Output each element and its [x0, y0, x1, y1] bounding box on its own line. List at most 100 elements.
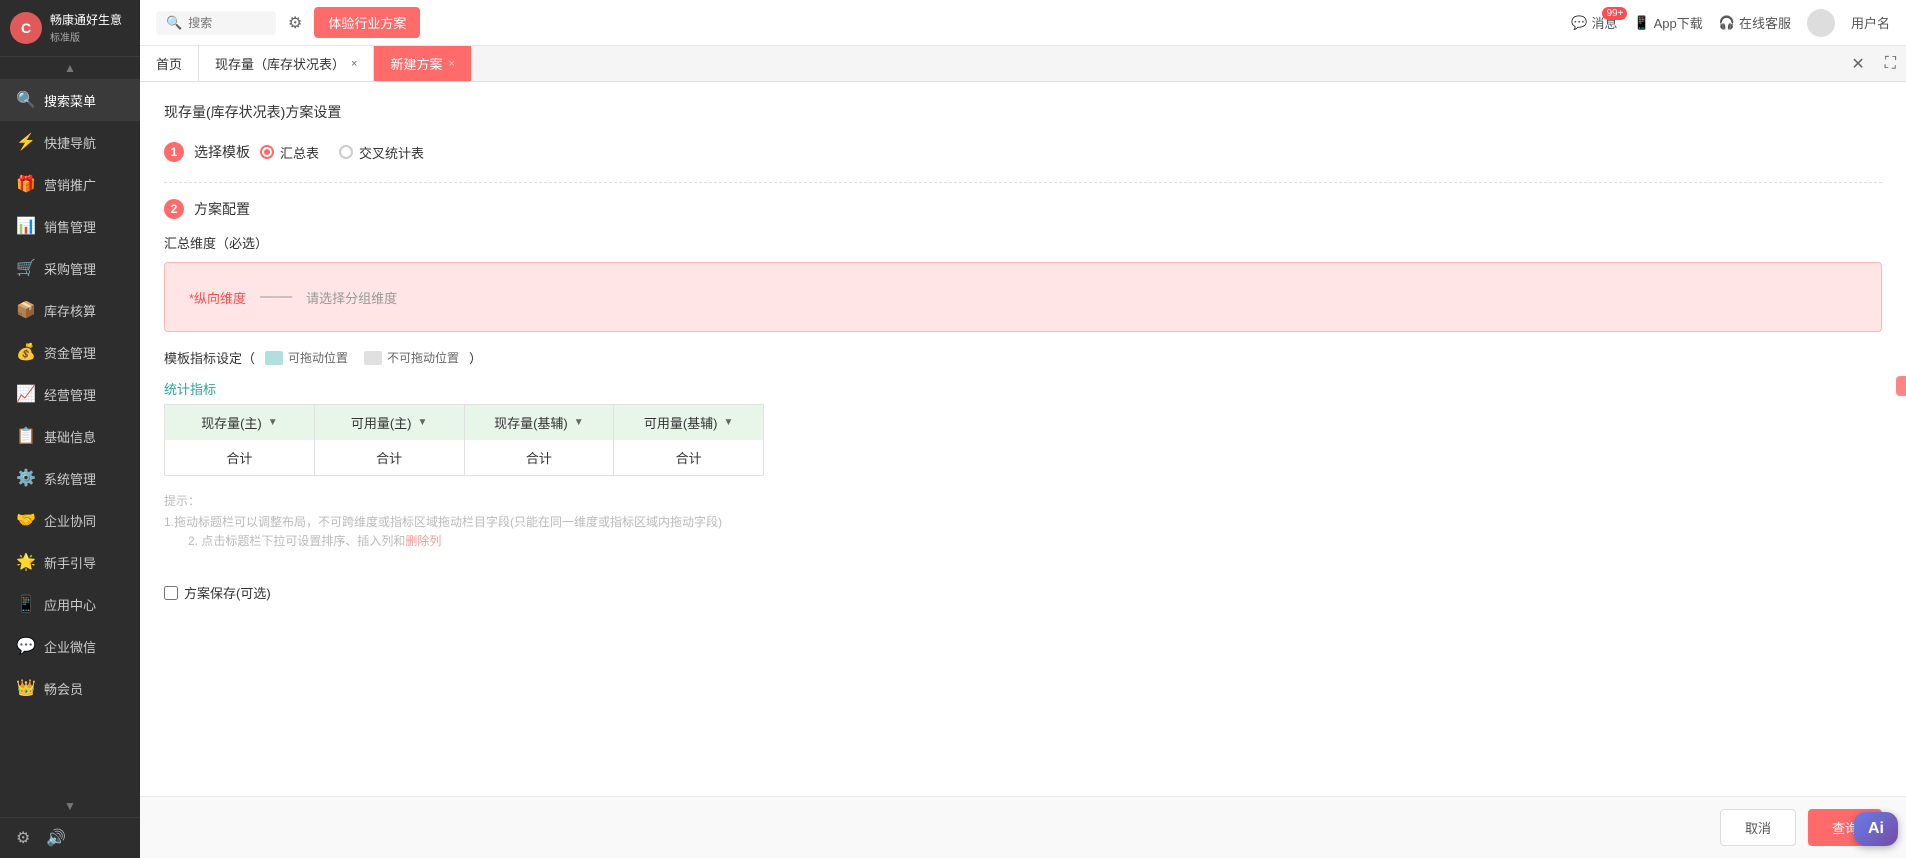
section2-header: 2 方案配置 — [164, 199, 1882, 219]
stats-col-1-label: 可用量(主) — [351, 413, 412, 432]
stats-col-3-chevron[interactable]: ▼ — [724, 417, 734, 428]
tab-inventory[interactable]: 现存量（库存状况表） × — [199, 46, 374, 81]
indicator-label-text: 模板指标设定（ — [164, 348, 255, 367]
sidebar: C 畅康通好生意 标准版 ▲ 🔍 搜索菜单 ⚡ 快捷导航 🎁 营销推广 📊 销售… — [0, 0, 140, 858]
sales-icon: 📊 — [16, 216, 34, 236]
sidebar-item-label: 营销推广 — [44, 175, 96, 194]
topbar-search-box[interactable]: 🔍 — [156, 11, 276, 35]
sidebar-scroll-up[interactable]: ▲ — [0, 57, 140, 79]
sidebar-item-finance[interactable]: 💰 资金管理 — [0, 331, 140, 373]
settings-gear-icon[interactable]: ⚙ — [288, 13, 302, 33]
sidebar-item-basic[interactable]: 📋 基础信息 — [0, 415, 140, 457]
save-checkbox[interactable] — [164, 586, 178, 600]
service-label: 在线客服 — [1739, 13, 1791, 32]
messages-button[interactable]: 💬 消息 99+ — [1571, 13, 1617, 32]
radio-summary[interactable]: 汇总表 — [260, 143, 319, 162]
sidebar-item-label: 经营管理 — [44, 385, 96, 404]
tips-text-0: 1.拖动标题栏可以调整布局，不可跨维度或指标区域拖动栏目字段(只能在同一维度或指… — [164, 515, 722, 529]
section-choose-template: 1 选择模板 汇总表 交叉统计表 — [164, 142, 1882, 162]
ai-badge[interactable]: Ai — [1854, 812, 1898, 846]
page-container: 现存量(库存状况表)方案设置 1 选择模板 汇总表 — [140, 82, 1906, 796]
sidebar-item-marketing[interactable]: 🎁 营销推广 — [0, 163, 140, 205]
stats-cell-0: 合计 — [165, 440, 315, 475]
logo-icon: C — [10, 12, 42, 44]
sidebar-item-search[interactable]: 🔍 搜索菜单 — [0, 79, 140, 121]
stats-col-0-chevron[interactable]: ▼ — [268, 417, 278, 428]
headset-icon: 🎧 — [1719, 15, 1735, 31]
topbar-right: 💬 消息 99+ 📱 App下载 🎧 在线客服 用户名 — [1571, 9, 1890, 37]
stats-col-1-chevron[interactable]: ▼ — [418, 417, 428, 428]
indicator-legend: 可拖动位置 不可拖动位置 — [265, 349, 459, 366]
legend-draggable-label: 可拖动位置 — [288, 349, 348, 366]
sidebar-item-quicknav[interactable]: ⚡ 快捷导航 — [0, 121, 140, 163]
main-area: 🔍 ⚙ 体验行业方案 💬 消息 99+ 📱 App下载 🎧 在线客服 用户名 — [140, 0, 1906, 858]
tips-item-1: 2. 点击标题栏下拉可设置排序、插入列和删除列 — [164, 532, 1882, 549]
sidebar-item-operations[interactable]: 📈 经营管理 — [0, 373, 140, 415]
messages-badge: 99+ — [1602, 7, 1627, 20]
sidebar-item-label: 新手引导 — [44, 553, 96, 572]
app-download-button[interactable]: 📱 App下载 — [1633, 13, 1702, 32]
sidebar-logo: C 畅康通好生意 标准版 — [0, 0, 140, 57]
radio-crosstab[interactable]: 交叉统计表 — [339, 143, 424, 162]
inventory-tab-close[interactable]: × — [351, 58, 357, 70]
stats-col-3: 可用量(基辅) ▼ — [614, 405, 763, 440]
indicator-section: 模板指标设定（ 可拖动位置 不可拖动位置 — [164, 348, 1882, 367]
tips-highlight: 删除列 — [405, 534, 441, 548]
tips-text-1: 2. 点击标题栏下拉可设置排序、插入列和删除列 — [164, 534, 441, 548]
system-icon: ⚙️ — [16, 468, 34, 488]
sidebar-scroll-down[interactable]: ▼ — [0, 795, 140, 817]
trial-button[interactable]: 体验行业方案 — [314, 7, 420, 38]
dimension-required-text: *纵向维度 — [189, 288, 246, 307]
sidebar-item-sales[interactable]: 📊 销售管理 — [0, 205, 140, 247]
speaker-icon[interactable]: 🔊 — [46, 828, 66, 848]
sidebar-footer: ⚙ 🔊 — [0, 817, 140, 858]
tips-title: 提示： — [164, 492, 1882, 509]
stats-cell-3: 合计 — [614, 440, 763, 475]
legend-draggable-box — [265, 351, 283, 365]
sidebar-item-wechat[interactable]: 💬 企业微信 — [0, 625, 140, 667]
app-badge: 标准版 — [50, 29, 122, 44]
step2-badge: 2 — [164, 199, 184, 219]
stats-table: 现存量(主) ▼ 可用量(主) ▼ 现存量(基辅) ▼ — [164, 404, 764, 476]
section1-title: 选择模板 — [194, 142, 250, 162]
legend-non-draggable-item: 不可拖动位置 — [364, 349, 459, 366]
stats-col-1: 可用量(主) ▼ — [315, 405, 465, 440]
close-panel-icon[interactable]: ✕ — [1841, 54, 1874, 74]
tips-item-0: 1.拖动标题栏可以调整布局，不可跨维度或指标区域拖动栏目字段(只能在同一维度或指… — [164, 513, 1882, 530]
phone-icon: 📱 — [1633, 15, 1649, 31]
section2-title: 方案配置 — [194, 199, 250, 219]
dimension-box[interactable]: *纵向维度 —— 请选择分组维度 — [164, 262, 1882, 332]
contract-icon: 🤝 — [16, 510, 34, 530]
legend-non-draggable-label: 不可拖动位置 — [387, 349, 459, 366]
sidebar-item-inventory[interactable]: 📦 库存核算 — [0, 289, 140, 331]
finance-icon: 💰 — [16, 342, 34, 362]
stats-cell-2: 合计 — [465, 440, 615, 475]
sidebar-item-newbie[interactable]: 🌟 新手引导 — [0, 541, 140, 583]
username-label: 用户名 — [1851, 13, 1890, 32]
cancel-button[interactable]: 取消 — [1720, 809, 1796, 846]
section-plan-config: 2 方案配置 汇总维度（必选） *纵向维度 —— 请选择分组维度 模板指标设定（ — [164, 199, 1882, 549]
tab-home[interactable]: 首页 — [140, 46, 199, 81]
new-plan-tab-close[interactable]: × — [448, 58, 454, 70]
sidebar-item-system[interactable]: ⚙️ 系统管理 — [0, 457, 140, 499]
expand-panel-icon[interactable]: ⛶ — [1875, 55, 1906, 73]
user-avatar — [1807, 9, 1835, 37]
sidebar-item-contract[interactable]: 🤝 企业协同 — [0, 499, 140, 541]
tab-new-plan[interactable]: 新建方案 × — [374, 46, 471, 81]
sidebar-nav: 🔍 搜索菜单 ⚡ 快捷导航 🎁 营销推广 📊 销售管理 🛒 采购管理 📦 库存核… — [0, 79, 140, 795]
side-panel-hint[interactable] — [1896, 376, 1906, 396]
bottom-bar: 取消 查询 — [140, 796, 1906, 858]
service-button[interactable]: 🎧 在线客服 — [1719, 13, 1791, 32]
search-input[interactable] — [188, 16, 258, 30]
sidebar-item-appcenter[interactable]: 📱 应用中心 — [0, 583, 140, 625]
sidebar-item-member[interactable]: 👑 畅会员 — [0, 667, 140, 709]
settings-icon[interactable]: ⚙ — [16, 828, 30, 848]
sidebar-item-label: 资金管理 — [44, 343, 96, 362]
stats-col-0-label: 现存量(主) — [201, 413, 262, 432]
appcenter-icon: 📱 — [16, 594, 34, 614]
basic-icon: 📋 — [16, 426, 34, 446]
sidebar-item-purchase[interactable]: 🛒 采购管理 — [0, 247, 140, 289]
purchase-icon: 🛒 — [16, 258, 34, 278]
sidebar-item-label: 采购管理 — [44, 259, 96, 278]
stats-col-2-chevron[interactable]: ▼ — [574, 417, 584, 428]
